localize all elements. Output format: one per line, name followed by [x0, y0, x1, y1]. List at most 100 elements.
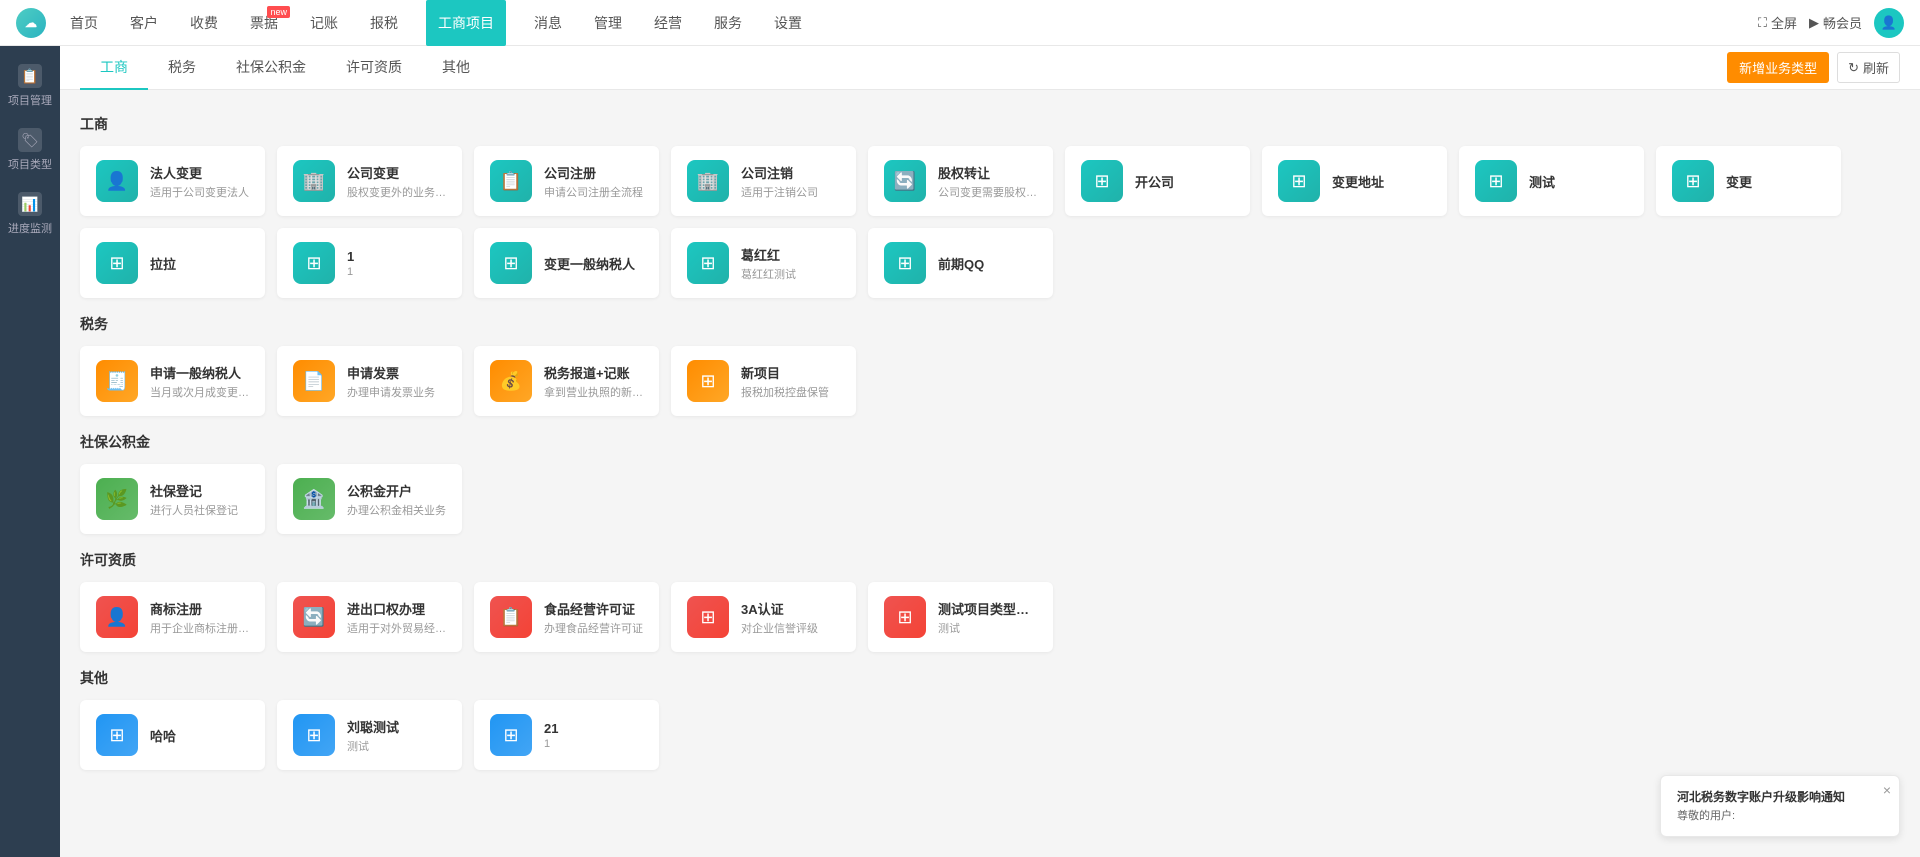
card-测试[interactable]: ⊞ 测试	[1459, 146, 1644, 216]
card-text: 商标注册 用于企业商标注册服务	[150, 599, 249, 636]
nav-badge: new	[267, 6, 290, 19]
card-开公司[interactable]: ⊞ 开公司	[1065, 146, 1250, 216]
card-食品经营许可证[interactable]: 📋 食品经营许可证 办理食品经营许可证	[474, 582, 659, 652]
card-title: 公司注册	[544, 163, 643, 182]
card-text: 1 1	[347, 249, 446, 278]
card-text: 21 1	[544, 721, 643, 750]
card-商标注册[interactable]: 👤 商标注册 用于企业商标注册服务	[80, 582, 265, 652]
refresh-button[interactable]: ↻ 刷新	[1837, 52, 1900, 83]
add-type-button[interactable]: 新增业务类型	[1727, 52, 1829, 83]
card-desc: 测试	[347, 738, 446, 754]
nav-item-设置[interactable]: 设置	[770, 0, 806, 46]
card-新项目[interactable]: ⊞ 新项目 报税加税控盘保管	[671, 346, 856, 416]
card-变更一般纳税人[interactable]: ⊞ 变更一般纳税人	[474, 228, 659, 298]
card-title: 3A认证	[741, 599, 840, 618]
card-title: 商标注册	[150, 599, 249, 618]
card-3A认证[interactable]: ⊞ 3A认证 对企业信誉评级	[671, 582, 856, 652]
card-desc: 办理食品经营许可证	[544, 620, 643, 636]
card-desc: 1	[347, 266, 446, 278]
card-公司注册[interactable]: 📋 公司注册 申请公司注册全流程	[474, 146, 659, 216]
card-title: 21	[544, 721, 643, 736]
member-btn[interactable]: ▶ 畅会员	[1809, 13, 1862, 32]
card-title: 申请一般纳税人	[150, 363, 249, 382]
card-text: 食品经营许可证 办理食品经营许可证	[544, 599, 643, 636]
card-icon: 💰	[490, 360, 532, 402]
tab-bar: 工商税务社保公积金许可资质其他 新增业务类型 ↻ 刷新	[60, 46, 1920, 90]
nav-item-报税[interactable]: 报税	[366, 0, 402, 46]
nav-item-消息[interactable]: 消息	[530, 0, 566, 46]
card-税务报道+记账[interactable]: 💰 税务报道+记账 拿到营业执照的新公司	[474, 346, 659, 416]
card-葛红红[interactable]: ⊞ 葛红红 葛红红测试	[671, 228, 856, 298]
tab-许可资质[interactable]: 许可资质	[326, 46, 422, 90]
sidebar-icon: 🏷	[18, 128, 42, 152]
card-法人变更[interactable]: 👤 法人变更 适用于公司变更法人	[80, 146, 265, 216]
card-title: 哈哈	[150, 726, 249, 745]
sidebar-item-项目管理[interactable]: 📋 项目管理	[2, 56, 58, 116]
refresh-label: 刷新	[1863, 58, 1889, 77]
card-desc: 适用于对外贸易经营者	[347, 620, 446, 636]
nav-item-服务[interactable]: 服务	[710, 0, 746, 46]
sidebar: 📋 项目管理 🏷 项目类型 📊 进度监测	[0, 46, 60, 857]
card-申请发票[interactable]: 📄 申请发票 办理申请发票业务	[277, 346, 462, 416]
card-公积金开户[interactable]: 🏦 公积金开户 办理公积金相关业务	[277, 464, 462, 534]
card-哈哈[interactable]: ⊞ 哈哈	[80, 700, 265, 770]
section-title-社保公积金: 社保公积金	[80, 432, 1900, 452]
card-icon: 👤	[96, 596, 138, 638]
nav-item-首页[interactable]: 首页	[66, 0, 102, 46]
fullscreen-icon: ⛶	[1758, 15, 1767, 31]
tab-税务[interactable]: 税务	[148, 46, 216, 90]
card-icon: ⊞	[490, 242, 532, 284]
sidebar-label: 项目类型	[8, 156, 52, 172]
card-text: 变更	[1726, 172, 1825, 191]
cards-grid-许可资质: 👤 商标注册 用于企业商标注册服务 🔄 进出口权办理 适用于对外贸易经营者 📋 …	[80, 582, 1900, 652]
avatar[interactable]: 👤	[1874, 8, 1904, 38]
nav-item-经营[interactable]: 经营	[650, 0, 686, 46]
card-desc: 用于企业商标注册服务	[150, 620, 249, 636]
card-text: 公司变更 股权变更外的业务变更	[347, 163, 446, 200]
card-股权转让[interactable]: 🔄 股权转让 公司变更需要股权转让	[868, 146, 1053, 216]
nav-item-管理[interactable]: 管理	[590, 0, 626, 46]
card-icon: 🧾	[96, 360, 138, 402]
card-变更地址[interactable]: ⊞ 变更地址	[1262, 146, 1447, 216]
card-title: 前期QQ	[938, 254, 1037, 273]
card-desc: 葛红红测试	[741, 266, 840, 282]
card-text: 税务报道+记账 拿到营业执照的新公司	[544, 363, 643, 400]
nav-item-客户[interactable]: 客户	[126, 0, 162, 46]
notification-close[interactable]: ×	[1883, 782, 1891, 798]
card-icon: ⊞	[687, 242, 729, 284]
card-前期QQ[interactable]: ⊞ 前期QQ	[868, 228, 1053, 298]
nav-item-收费[interactable]: 收费	[186, 0, 222, 46]
card-21[interactable]: ⊞ 21 1	[474, 700, 659, 770]
card-icon: ⊞	[687, 360, 729, 402]
card-1[interactable]: ⊞ 1 1	[277, 228, 462, 298]
sidebar-item-进度监测[interactable]: 📊 进度监测	[2, 184, 58, 244]
tab-其他[interactable]: 其他	[422, 46, 490, 90]
card-拉拉[interactable]: ⊞ 拉拉	[80, 228, 265, 298]
card-desc: 报税加税控盘保管	[741, 384, 840, 400]
card-title: 新项目	[741, 363, 840, 382]
nav-item-工商项目[interactable]: 工商项目	[426, 0, 506, 46]
card-text: 变更一般纳税人	[544, 254, 643, 273]
card-刘聪测试[interactable]: ⊞ 刘聪测试 测试	[277, 700, 462, 770]
card-icon: ⊞	[1672, 160, 1714, 202]
fullscreen-btn[interactable]: ⛶ 全屏	[1758, 13, 1797, 32]
card-公司注销[interactable]: 🏢 公司注销 适用于注销公司	[671, 146, 856, 216]
sidebar-item-项目类型[interactable]: 🏷 项目类型	[2, 120, 58, 180]
card-desc: 申请公司注册全流程	[544, 184, 643, 200]
card-变更[interactable]: ⊞ 变更	[1656, 146, 1841, 216]
logo[interactable]: ☁	[16, 8, 46, 38]
card-title: 刘聪测试	[347, 717, 446, 736]
main-content: 工商税务社保公积金许可资质其他 新增业务类型 ↻ 刷新 工商 👤 法人变更 适用…	[60, 46, 1920, 857]
notification-title: 河北税务数字账户升级影响通知	[1677, 788, 1883, 805]
nav-item-票据[interactable]: 票据new	[246, 0, 282, 46]
card-社保登记[interactable]: 🌿 社保登记 进行人员社保登记	[80, 464, 265, 534]
card-申请一般纳税人[interactable]: 🧾 申请一般纳税人 当月或次月成变更完成	[80, 346, 265, 416]
card-测试项目类型目定义[interactable]: ⊞ 测试项目类型目定义 测试	[868, 582, 1053, 652]
tab-社保公积金[interactable]: 社保公积金	[216, 46, 326, 90]
nav-item-记账[interactable]: 记账	[306, 0, 342, 46]
card-公司变更[interactable]: 🏢 公司变更 股权变更外的业务变更	[277, 146, 462, 216]
card-进出口权办理[interactable]: 🔄 进出口权办理 适用于对外贸易经营者	[277, 582, 462, 652]
card-title: 变更一般纳税人	[544, 254, 643, 273]
card-title: 公积金开户	[347, 481, 446, 500]
tab-工商[interactable]: 工商	[80, 46, 148, 90]
